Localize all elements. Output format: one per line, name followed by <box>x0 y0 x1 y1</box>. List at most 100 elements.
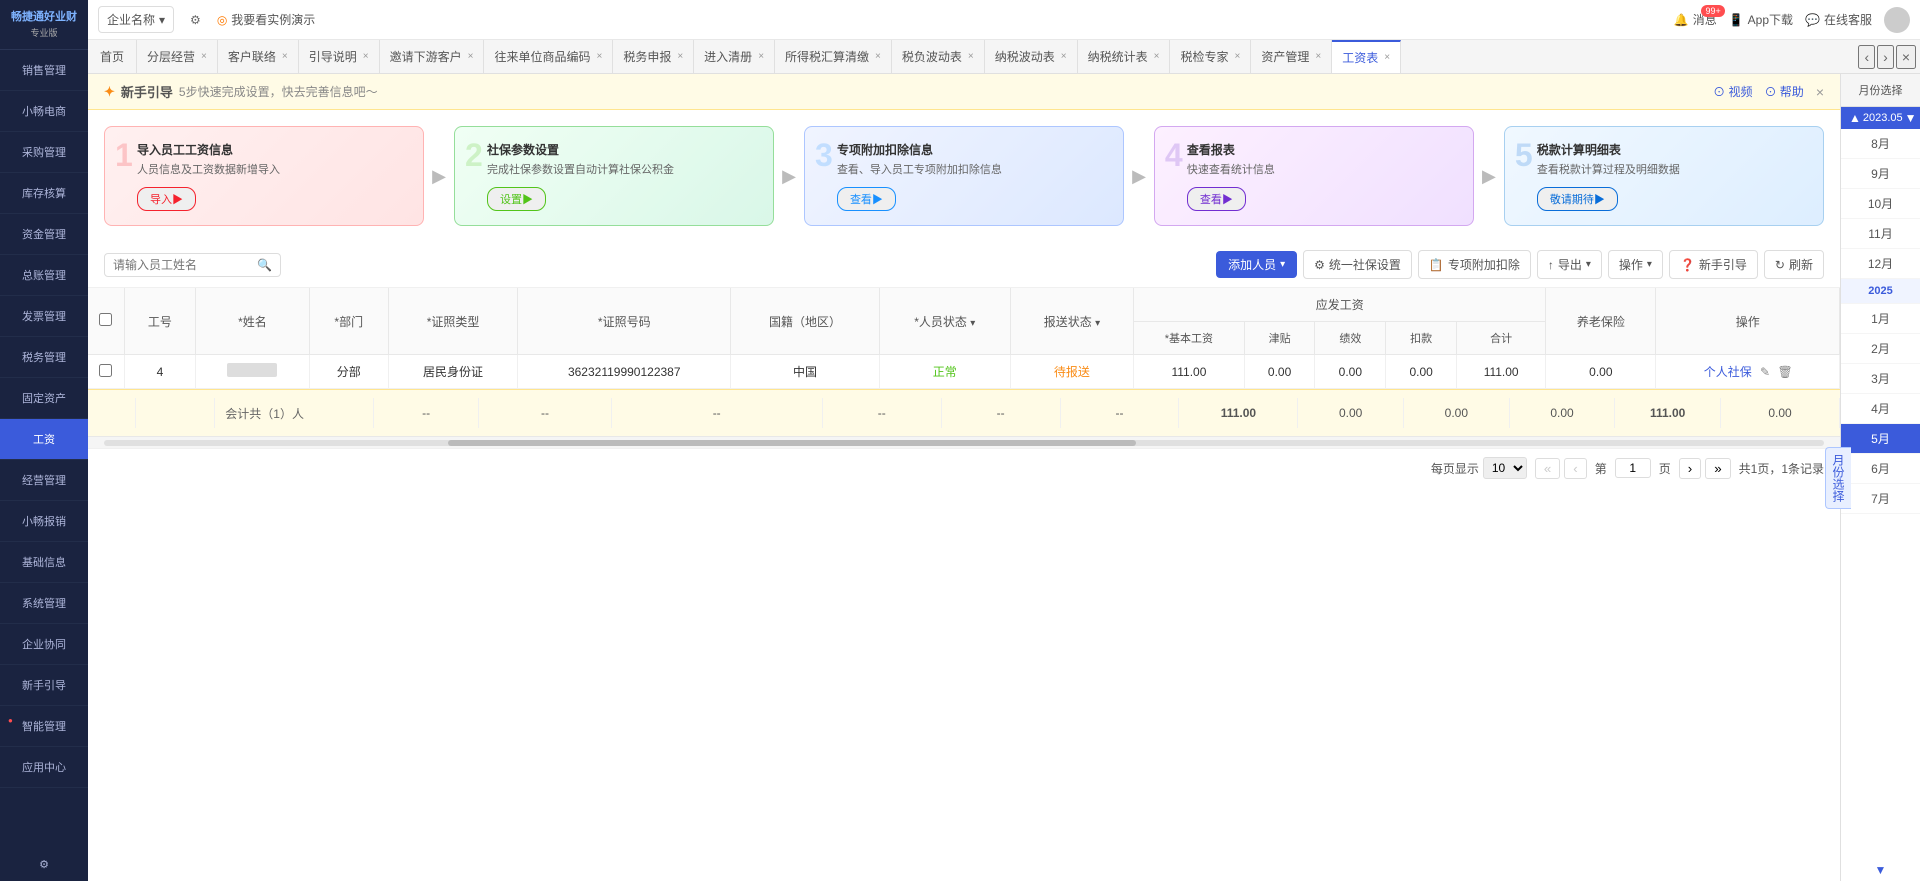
sidebar-item-basic[interactable]: 基础信息 <box>0 542 88 583</box>
tabs-close-all[interactable]: × <box>1896 45 1916 69</box>
tab-assets[interactable]: 资产管理 × <box>1251 40 1332 73</box>
tab-close-icon[interactable]: × <box>677 51 683 62</box>
sidebar-item-wage[interactable]: 工资 <box>0 419 88 460</box>
online-service-btn[interactable]: 💬 在线客服 <box>1805 11 1872 28</box>
month-item-4[interactable]: 4月 <box>1841 394 1920 424</box>
notice-btn[interactable]: 🔔 消息 99+ <box>1674 11 1717 28</box>
month-item-6[interactable]: 6月 <box>1841 454 1920 484</box>
month-item-7[interactable]: 7月 <box>1841 484 1920 514</box>
collapse-panel-tab[interactable]: 月份选择 <box>1825 447 1851 509</box>
export-button[interactable]: ↑ 导出 ▾ <box>1537 250 1602 279</box>
page-size-select[interactable]: 10 20 50 <box>1483 457 1527 479</box>
user-avatar[interactable] <box>1884 7 1910 33</box>
app-download-btn[interactable]: 📱 App下载 <box>1729 11 1793 28</box>
tab-tax-stats[interactable]: 纳税统计表 × <box>1078 40 1171 73</box>
month-item-9[interactable]: 9月 <box>1841 159 1920 189</box>
tab-close-icon[interactable]: × <box>282 51 288 62</box>
month-item-10[interactable]: 10月 <box>1841 189 1920 219</box>
filter-icon2[interactable]: ▾ <box>1095 318 1100 329</box>
sidebar-item-assets[interactable]: 固定资产 <box>0 378 88 419</box>
step-btn-5[interactable]: 敬请期待▶ <box>1537 187 1618 211</box>
month-item-2[interactable]: 2月 <box>1841 334 1920 364</box>
tab-guide[interactable]: 引导说明 × <box>299 40 380 73</box>
month-item-12[interactable]: 12月 <box>1841 249 1920 279</box>
sidebar-item-sales[interactable]: 销售管理 <box>0 50 88 91</box>
tab-close-icon[interactable]: × <box>363 51 369 62</box>
horizontal-scrollbar[interactable] <box>88 436 1840 448</box>
tab-customer[interactable]: 客户联络 × <box>218 40 299 73</box>
tab-income-tax[interactable]: 所得税汇算清缴 × <box>775 40 892 73</box>
sidebar-item-tax[interactable]: 税务管理 <box>0 337 88 378</box>
month-prev-btn[interactable]: ▲ <box>1847 111 1863 125</box>
demo-link[interactable]: ◎ 我要看实例演示 <box>217 11 316 28</box>
guide-close-icon[interactable]: × <box>1816 84 1824 100</box>
sidebar-item-guide[interactable]: 新手引导 <box>0 665 88 706</box>
tab-feneng[interactable]: 分层经营 × <box>137 40 218 73</box>
refresh-button[interactable]: ↻ 刷新 <box>1764 250 1824 279</box>
month-item-8[interactable]: 8月 <box>1841 129 1920 159</box>
newbie-guide-button[interactable]: ❓ 新手引导 <box>1669 250 1758 279</box>
sidebar-item-purchase[interactable]: 采购管理 <box>0 132 88 173</box>
month-item-3[interactable]: 3月 <box>1841 364 1920 394</box>
filter-icon[interactable]: ▾ <box>970 318 975 329</box>
tab-close-icon[interactable]: × <box>1234 51 1240 62</box>
tab-close-icon[interactable]: × <box>968 51 974 62</box>
sidebar-item-inventory[interactable]: 库存核算 <box>0 173 88 214</box>
tab-tax-wave[interactable]: 纳税波动表 × <box>985 40 1078 73</box>
last-page-btn[interactable]: » <box>1705 458 1730 479</box>
tab-close-icon[interactable]: × <box>758 51 764 62</box>
tab-clearance[interactable]: 进入清册 × <box>694 40 775 73</box>
tab-close-icon[interactable]: × <box>1315 51 1321 62</box>
sidebar-item-ledger[interactable]: 总账管理 <box>0 255 88 296</box>
action-button[interactable]: 操作 ▾ <box>1608 250 1663 279</box>
row-checkbox[interactable] <box>99 364 112 377</box>
delete-icon[interactable]: 🗑 <box>1777 365 1792 379</box>
tabs-scroll-left[interactable]: ‹ <box>1858 45 1875 69</box>
guide-help-link[interactable]: ⊙ 帮助 <box>1764 83 1803 100</box>
page-number-input[interactable] <box>1615 458 1651 478</box>
sidebar-item-system[interactable]: 系统管理 <box>0 583 88 624</box>
step-btn-4[interactable]: 查看▶ <box>1187 187 1246 211</box>
sidebar-item-expense[interactable]: 小畅报销 <box>0 501 88 542</box>
tab-close-icon[interactable]: × <box>1154 51 1160 62</box>
month-panel-scroll-down[interactable]: ▼ <box>1841 859 1920 881</box>
search-input[interactable] <box>113 258 253 272</box>
tab-close-icon[interactable]: × <box>596 51 602 62</box>
month-item-11[interactable]: 11月 <box>1841 219 1920 249</box>
sidebar-item-collab[interactable]: 企业协同 <box>0 624 88 665</box>
sidebar-item-finance[interactable]: 资金管理 <box>0 214 88 255</box>
tab-invite[interactable]: 邀请下游客户 × <box>380 40 485 73</box>
personal-social-insurance-link[interactable]: 个人社保 <box>1704 365 1752 379</box>
edit-icon[interactable]: ✎ <box>1760 365 1770 379</box>
tab-tax-report[interactable]: 税务申报 × <box>613 40 694 73</box>
social-security-setting-button[interactable]: ⚙ 统一社保设置 <box>1303 250 1412 279</box>
month-item-5-active[interactable]: 5月 <box>1841 424 1920 454</box>
guide-video-link[interactable]: ⊙ 视频 <box>1713 83 1752 100</box>
tab-close-icon[interactable]: × <box>875 51 881 62</box>
add-person-button[interactable]: 添加人员 ▾ <box>1216 251 1297 278</box>
tab-wage[interactable]: 工资表 × <box>1332 40 1401 73</box>
tabs-scroll-right[interactable]: › <box>1877 45 1894 69</box>
scrollbar-thumb[interactable] <box>448 440 1136 446</box>
deduction-button[interactable]: 📋 专项附加扣除 <box>1418 250 1531 279</box>
tab-tax-fluctuation[interactable]: 税负波动表 × <box>892 40 985 73</box>
sidebar-item-ai[interactable]: 智能管理 <box>0 706 88 747</box>
tab-tax-expert[interactable]: 税检专家 × <box>1170 40 1251 73</box>
first-page-btn[interactable]: « <box>1535 458 1560 479</box>
user-selector[interactable]: 企业名称 ▾ <box>98 6 174 33</box>
select-all-checkbox[interactable] <box>99 313 112 326</box>
tab-close-icon[interactable]: × <box>1384 52 1390 63</box>
month-item-1[interactable]: 1月 <box>1841 304 1920 334</box>
sidebar-item-ecommerce[interactable]: 小畅电商 <box>0 91 88 132</box>
tab-product-code[interactable]: 往来单位商品编码 × <box>484 40 613 73</box>
step-btn-3[interactable]: 查看▶ <box>837 187 896 211</box>
month-next-btn[interactable]: ▼ <box>1903 111 1919 125</box>
tab-close-icon[interactable]: × <box>468 51 474 62</box>
search-icon[interactable]: 🔍 <box>257 258 272 272</box>
next-page-btn[interactable]: › <box>1679 458 1701 479</box>
sidebar-item-invoice[interactable]: 发票管理 <box>0 296 88 337</box>
tab-close-icon[interactable]: × <box>1061 51 1067 62</box>
sidebar-settings[interactable]: ⚙ <box>0 848 88 881</box>
settings-icon[interactable]: ⚙ <box>182 9 209 31</box>
sidebar-item-management[interactable]: 经营管理 <box>0 460 88 501</box>
